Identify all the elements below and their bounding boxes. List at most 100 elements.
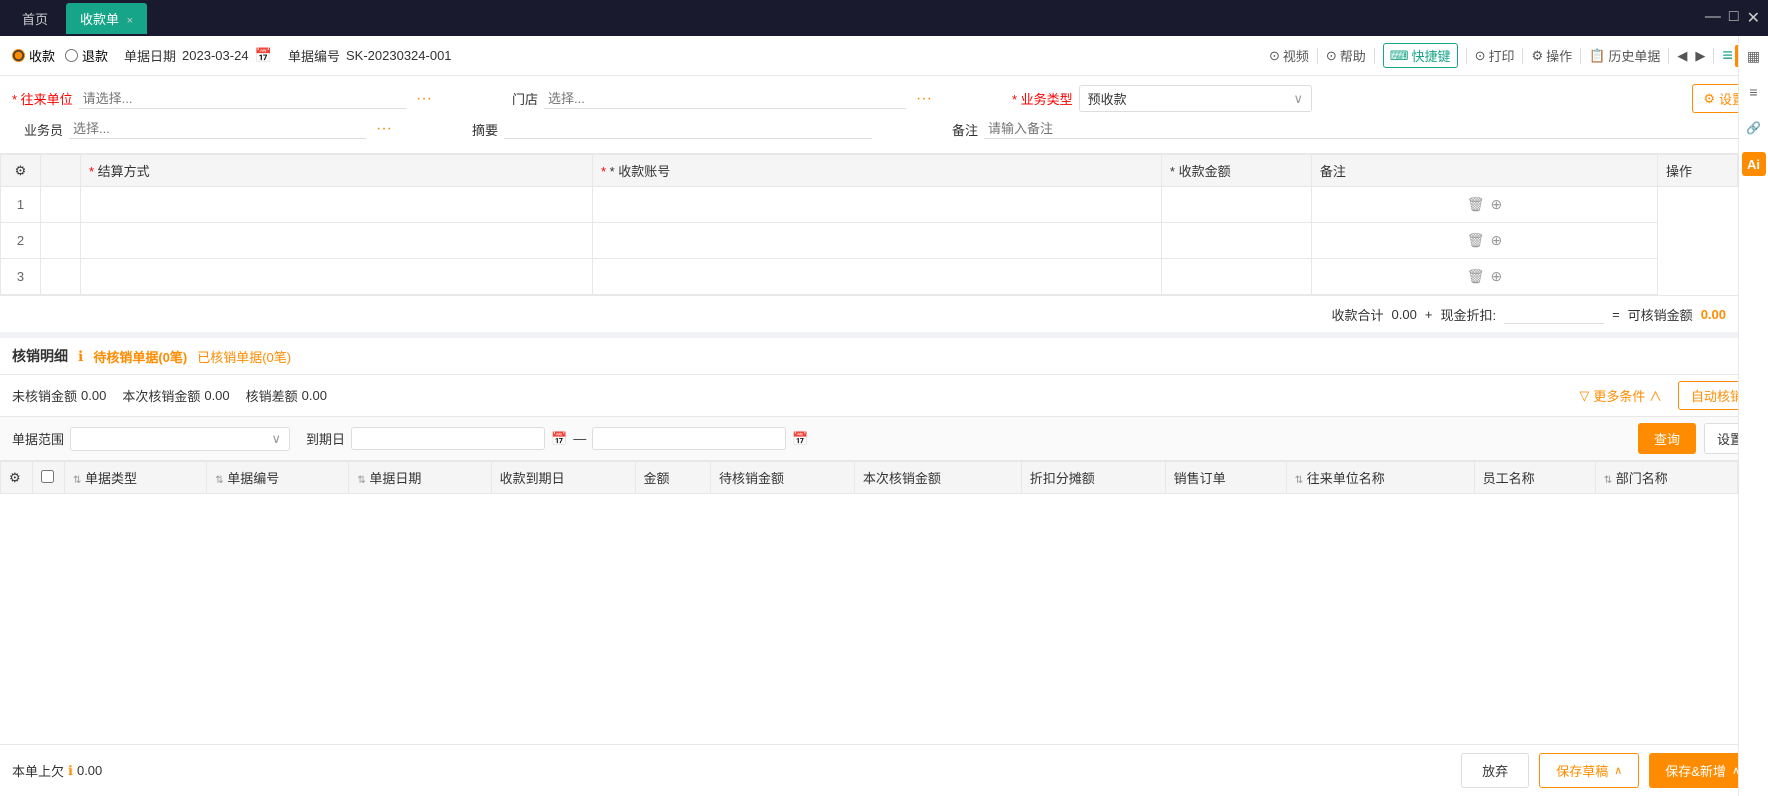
store-more-icon[interactable]: ··· xyxy=(916,90,932,108)
biztype-select[interactable]: 预收款 ∨ xyxy=(1079,85,1312,112)
done-tab[interactable]: 已核销单据(0笔) xyxy=(197,347,291,366)
wt-salesorder-header: 销售订单 xyxy=(1165,462,1286,494)
row-2-account[interactable] xyxy=(81,223,593,259)
delete-row-2-icon[interactable]: 🗑 xyxy=(1467,232,1485,249)
bottom-bar: 本单上欠 ℹ 0.00 放弃 保存草稿 ∧ 保存&新增 ∧ xyxy=(0,744,1768,796)
copy-row-1-icon[interactable]: ⊕ xyxy=(1490,196,1502,213)
wt-gear-header[interactable]: ⚙ xyxy=(1,462,33,494)
help-btn[interactable]: ⊙ 帮助 xyxy=(1326,46,1366,65)
delete-row-3-icon[interactable]: 🗑 xyxy=(1467,268,1485,285)
partner-input[interactable] xyxy=(79,89,406,109)
partner-field: * 往来单位 ··· xyxy=(12,89,432,109)
row-2-remark[interactable] xyxy=(1161,223,1311,259)
row-3-action: 🗑 ⊕ xyxy=(1311,259,1657,295)
row-3-account[interactable] xyxy=(81,259,593,295)
list-view-icon[interactable]: ≡ xyxy=(1742,80,1766,104)
toolbar-right: ⊙ 视频 ⊙ 帮助 ⌨ 快捷键 ⊙ 打印 ⚙ 操作 xyxy=(1269,43,1756,68)
close-tab-icon[interactable]: × xyxy=(127,15,133,27)
filter-icon: ▽ xyxy=(1579,388,1589,404)
wt-date-header: ⇅ 单据日期 xyxy=(349,462,491,494)
toolbar: 收款 退款 单据日期 2023-03-24 📅 单据编号 SK-20230324… xyxy=(0,36,1768,76)
row-3-remark[interactable] xyxy=(1161,259,1311,295)
row-1-settlement[interactable] xyxy=(41,187,81,223)
salesperson-more-icon[interactable]: ··· xyxy=(376,120,392,138)
writeoff-stats: 未核销金额 0.00 本次核销金额 0.00 核销差额 0.00 ▽ 更多条件 … xyxy=(0,375,1768,417)
current-written-stat: 本次核销金额 0.00 xyxy=(122,386,229,405)
history-btn[interactable]: 📋 历史单据 xyxy=(1589,46,1660,65)
available-label: 可核销金额 xyxy=(1628,305,1693,324)
refund-radio[interactable]: 退款 xyxy=(65,46,108,65)
pending-tab[interactable]: 待核销单据(0笔) xyxy=(93,347,187,366)
cal-to-icon[interactable]: 📅 xyxy=(792,431,808,447)
query-button[interactable]: 查询 xyxy=(1638,423,1696,454)
remark-header: 备注 xyxy=(1311,155,1657,187)
ai-icon[interactable]: Ai xyxy=(1742,152,1766,176)
wt-partner-header: ⇅ 往来单位名称 xyxy=(1286,462,1474,494)
minimize-icon[interactable]: — xyxy=(1705,8,1721,28)
row-2-settlement[interactable] xyxy=(41,223,81,259)
form-section: * 往来单位 ··· 门店 ··· * 业务类型 预收款 ∨ xyxy=(0,76,1768,154)
range-select[interactable]: ∨ xyxy=(70,427,290,451)
row-1-actions: 🗑 ⊕ xyxy=(1320,196,1649,213)
summary-input[interactable] xyxy=(504,119,872,139)
nav-next[interactable]: ▶ xyxy=(1695,48,1705,64)
wt-amount-header: 金额 xyxy=(635,462,710,494)
wt-code-header: ⇅ 单据编号 xyxy=(207,462,349,494)
due-date-label: 到期日 xyxy=(306,429,345,448)
print-btn[interactable]: ⊙ 打印 xyxy=(1475,46,1515,65)
row-3-amount[interactable] xyxy=(592,259,1161,295)
attachment-icon[interactable]: 🔗 xyxy=(1742,116,1766,140)
row-2-actions: 🗑 ⊕ xyxy=(1320,232,1649,249)
row-2-amount[interactable] xyxy=(592,223,1161,259)
store-input[interactable] xyxy=(544,89,906,109)
remark-input[interactable] xyxy=(984,119,1756,139)
cal-from-icon[interactable]: 📅 xyxy=(551,431,567,447)
summary-label: 摘要 xyxy=(472,120,498,139)
row-1-account[interactable] xyxy=(81,187,593,223)
close-window-icon[interactable]: ✕ xyxy=(1747,8,1760,28)
divider xyxy=(1317,48,1318,64)
date-dash: — xyxy=(573,431,586,446)
abandon-button[interactable]: 放弃 xyxy=(1461,753,1529,788)
range-field: 单据范围 ∨ xyxy=(12,427,290,451)
shortcut-btn[interactable]: ⌨ 快捷键 xyxy=(1383,43,1458,68)
table-gear-header[interactable]: ⚙ xyxy=(1,155,41,187)
partner-more-icon[interactable]: ··· xyxy=(416,90,432,108)
writeoff-title: 核销明细 xyxy=(12,346,68,366)
range-arrow-icon: ∨ xyxy=(272,431,282,447)
right-sidebar: ▦ ≡ 🔗 Ai xyxy=(1738,36,1768,796)
table-row: 2 🗑 ⊕ xyxy=(1,223,1738,259)
copy-row-3-icon[interactable]: ⊕ xyxy=(1490,268,1502,285)
delete-row-1-icon[interactable]: 🗑 xyxy=(1467,196,1485,213)
info-icon[interactable]: ℹ xyxy=(68,763,73,779)
more-conditions-btn[interactable]: ▽ 更多条件 ∧ xyxy=(1579,386,1662,405)
row-2-num: 2 xyxy=(1,223,41,259)
calendar-icon[interactable]: 📅 xyxy=(255,47,272,64)
writeoff-info-icon[interactable]: ℹ xyxy=(78,348,83,365)
row-3-settlement[interactable] xyxy=(41,259,81,295)
discount-input[interactable] xyxy=(1504,304,1604,324)
maximize-icon[interactable]: □ xyxy=(1729,8,1739,28)
operation-btn[interactable]: ⚙ 操作 xyxy=(1531,46,1572,65)
table-view-icon[interactable]: ▦ xyxy=(1742,44,1766,68)
video-btn[interactable]: ⊙ 视频 xyxy=(1269,46,1309,65)
row-1-remark[interactable] xyxy=(1161,187,1311,223)
amount-header: * 收款金额 xyxy=(1161,155,1311,187)
save-draft-button[interactable]: 保存草稿 ∧ xyxy=(1539,753,1639,788)
wt-pending-header: 待核销金额 xyxy=(710,462,854,494)
copy-row-2-icon[interactable]: ⊕ xyxy=(1490,232,1502,249)
salesperson-input[interactable] xyxy=(69,119,366,139)
date-from-input[interactable]: 2022-04-01 xyxy=(351,427,545,450)
dropdown-arrow-icon: ∨ xyxy=(1293,91,1303,107)
wt-check-header[interactable] xyxy=(33,462,65,494)
date-to-input[interactable]: 2022-04-12 xyxy=(592,427,786,450)
row-1-amount[interactable] xyxy=(592,187,1161,223)
wt-current-header: 本次核销金额 xyxy=(854,462,1021,494)
tab-home[interactable]: 首页 xyxy=(8,3,62,34)
table-row: 1 🗑 ⊕ xyxy=(1,187,1738,223)
bottom-actions: 放弃 保存草稿 ∧ 保存&新增 ∧ xyxy=(1461,753,1756,788)
tab-receipt[interactable]: 收款单 × xyxy=(66,3,147,34)
nav-prev[interactable]: ◀ xyxy=(1677,48,1687,64)
row-3-actions: 🗑 ⊕ xyxy=(1320,268,1649,285)
receipt-radio[interactable]: 收款 xyxy=(12,46,55,65)
